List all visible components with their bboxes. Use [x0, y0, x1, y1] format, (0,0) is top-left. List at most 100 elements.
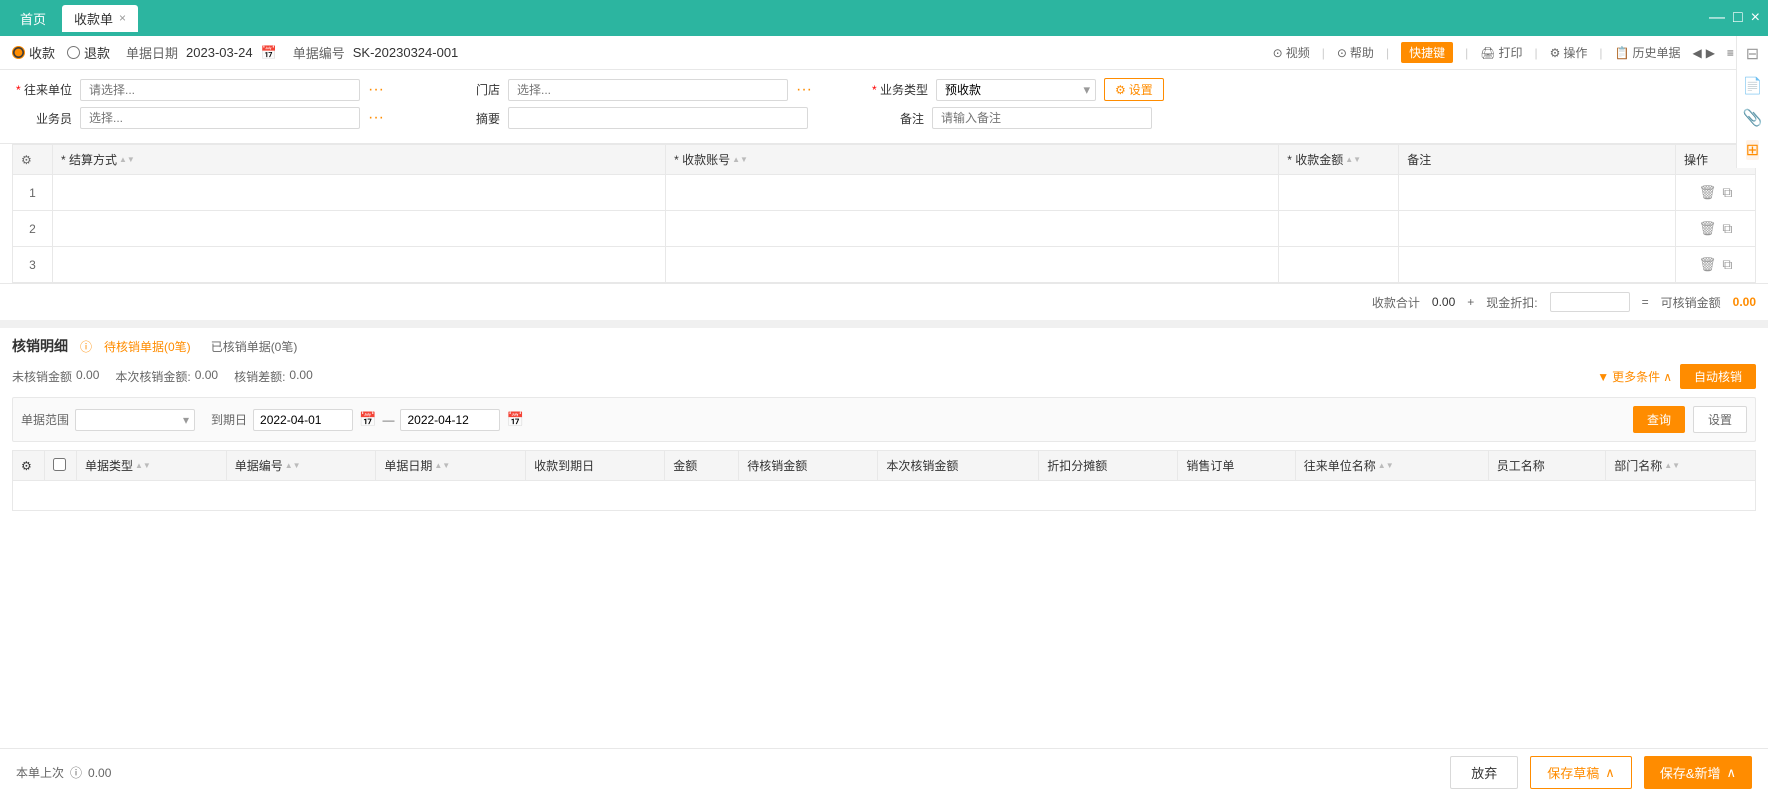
remark-input[interactable] [932, 107, 1152, 129]
unverified-label: 未核销金额 [12, 368, 72, 385]
table-row: 2 🗑 ⧉ [13, 211, 1756, 247]
reconcile-empty-row [13, 481, 1756, 511]
reconcile-info-icon[interactable]: ⓘ [80, 338, 92, 355]
calendar-icon[interactable]: 📅 [261, 45, 277, 61]
discount-input[interactable] [1550, 292, 1630, 312]
row-3-remark[interactable] [1399, 247, 1676, 283]
settings-button[interactable]: ⚙ 设置 [1104, 78, 1164, 101]
row-1-copy-icon[interactable]: ⧉ [1722, 184, 1732, 201]
maximize-btn[interactable]: □ [1733, 9, 1743, 27]
sidebar-table-icon[interactable]: ⊟ [1746, 44, 1759, 64]
row-1-amount[interactable] [1279, 175, 1399, 211]
minimize-btn[interactable]: — [1709, 9, 1725, 27]
print-btn[interactable]: 🖨 打印 [1480, 44, 1522, 61]
store-ellipsis-btn[interactable]: ··· [796, 82, 812, 98]
row-1-delete-icon[interactable]: 🗑 [1699, 184, 1717, 201]
date-to-calendar-icon[interactable]: 📅 [506, 411, 523, 428]
radio-shoukuan[interactable]: 收款 [12, 43, 55, 62]
nav-arrows: ◀ ▶ [1692, 46, 1714, 60]
nav-right-btn[interactable]: ▶ [1706, 46, 1715, 60]
auto-reconcile-btn[interactable]: 自动核销 [1680, 364, 1756, 389]
row-2-settlement[interactable] [53, 211, 666, 247]
sidebar-active-icon[interactable]: ⊞ [1746, 140, 1759, 160]
shortcut-btn[interactable]: 快捷键 [1401, 42, 1453, 63]
row-1-account[interactable] [666, 175, 1279, 211]
row-1-remark[interactable] [1399, 175, 1676, 211]
toolbar: 收款 退款 单据日期 2023-03-24 📅 单据编号 SK-20230324… [0, 36, 1768, 70]
filter-settings-button[interactable]: 设置 [1693, 406, 1747, 433]
verifiable-value: 0.00 [1733, 295, 1756, 309]
more-conditions-btn[interactable]: ▼ 更多条件 ∧ [1597, 368, 1672, 385]
verifiable-label: 可核销金额 [1661, 294, 1721, 311]
range-select[interactable] [75, 409, 195, 431]
row-3-settlement[interactable] [53, 247, 666, 283]
row-3-delete-icon[interactable]: 🗑 [1699, 256, 1717, 273]
footer-info-icon[interactable]: ⓘ [70, 764, 82, 781]
completed-tab[interactable]: 已核销单据(0笔) [211, 338, 298, 355]
date-to-input[interactable] [400, 409, 500, 431]
help-btn[interactable]: ⊙ 帮助 [1337, 44, 1374, 61]
row-2-remark[interactable] [1399, 211, 1676, 247]
close-btn[interactable]: × [1751, 9, 1760, 27]
biz-type-select[interactable]: 预收款 [936, 79, 1096, 101]
summary-label: 摘要 [440, 110, 500, 127]
row-2-copy-icon[interactable]: ⧉ [1722, 220, 1732, 237]
counterpart-input[interactable] [80, 79, 360, 101]
store-input[interactable] [508, 79, 788, 101]
th-due-date: 收款到期日 [526, 451, 665, 481]
row-3-account[interactable] [666, 247, 1279, 283]
filter-actions: 查询 设置 [1633, 406, 1747, 433]
range-filter: 单据范围 ▾ [21, 409, 195, 431]
save-draft-button[interactable]: 保存草稿 ∧ [1530, 756, 1632, 789]
row-1-settlement[interactable] [53, 175, 666, 211]
sidebar-doc-icon[interactable]: 📄 [1743, 76, 1763, 96]
row-2-account[interactable] [666, 211, 1279, 247]
salesperson-ellipsis-btn[interactable]: ··· [368, 110, 384, 126]
view-list-btn[interactable]: ≡ [1727, 46, 1734, 60]
tab-bar-right: — □ × [1709, 9, 1760, 27]
row-3-amount[interactable] [1279, 247, 1399, 283]
table-gear-icon[interactable]: ⚙ [21, 153, 32, 167]
radio-tuikuan[interactable]: 退款 [67, 43, 110, 62]
operations-btn[interactable]: ⚙ 操作 [1550, 44, 1588, 61]
counterpart-ellipsis-btn[interactable]: ··· [368, 82, 384, 98]
query-button[interactable]: 查询 [1633, 406, 1685, 433]
th-remark: 备注 [1399, 145, 1676, 175]
nav-left-btn[interactable]: ◀ [1692, 46, 1701, 60]
save-draft-chevron-icon: ∧ [1605, 765, 1615, 781]
doc-date-label: 单据日期 [126, 43, 178, 62]
abandon-button[interactable]: 放弃 [1450, 756, 1518, 789]
doc-num-value: SK-20230324-001 [353, 45, 459, 60]
tab-home[interactable]: 首页 [8, 5, 58, 32]
form-section: 往来单位 ··· 门店 ··· 业务类型 预收款 ▾ ⚙ 设置 业务员 · [0, 70, 1768, 144]
row-2-amount[interactable] [1279, 211, 1399, 247]
gear-icon-2[interactable]: ⚙ [21, 459, 32, 473]
pending-tab[interactable]: 待核销单据(0笔) [104, 338, 191, 355]
footer-left: 本单上次 ⓘ 0.00 [16, 764, 111, 781]
row-2-delete-icon[interactable]: 🗑 [1699, 220, 1717, 237]
row-3-copy-icon[interactable]: ⧉ [1722, 256, 1732, 273]
save-new-button[interactable]: 保存&新增 ∧ [1644, 756, 1752, 789]
tab-active[interactable]: 收款单 × [62, 5, 138, 32]
current-value: 0.00 [195, 368, 218, 385]
row-num-1: 1 [13, 175, 53, 211]
footer-value: 0.00 [88, 766, 111, 780]
summary-input[interactable] [508, 107, 808, 129]
th-settlement: * 结算方式▲▼ [53, 145, 666, 175]
date-from-calendar-icon[interactable]: 📅 [359, 411, 376, 428]
doc-info: 单据日期 2023-03-24 📅 单据编号 SK-20230324-001 [126, 43, 458, 62]
salesperson-label: 业务员 [12, 110, 72, 127]
video-btn[interactable]: ⊙ 视频 [1273, 44, 1310, 61]
toolbar-right: ⊙ 视频 | ⊙ 帮助 | 快捷键 | 🖨 打印 | ⚙ 操作 | 📋 历史单据… [1273, 42, 1756, 63]
sidebar-attachment-icon[interactable]: 📎 [1743, 108, 1763, 128]
th-dept: 部门名称▲▼ [1606, 451, 1756, 481]
salesperson-input[interactable] [80, 107, 360, 129]
history-btn[interactable]: 📋 历史单据 [1614, 44, 1680, 61]
select-all-checkbox[interactable] [53, 458, 66, 471]
discount-label: 现金折扣: [1486, 294, 1537, 311]
equals-sign: = [1642, 295, 1649, 309]
date-from-input[interactable] [253, 409, 353, 431]
tab-close-icon[interactable]: × [119, 11, 126, 25]
doc-date-value: 2023-03-24 [186, 45, 253, 60]
biz-type-select-wrapper: 预收款 ▾ [936, 79, 1096, 101]
